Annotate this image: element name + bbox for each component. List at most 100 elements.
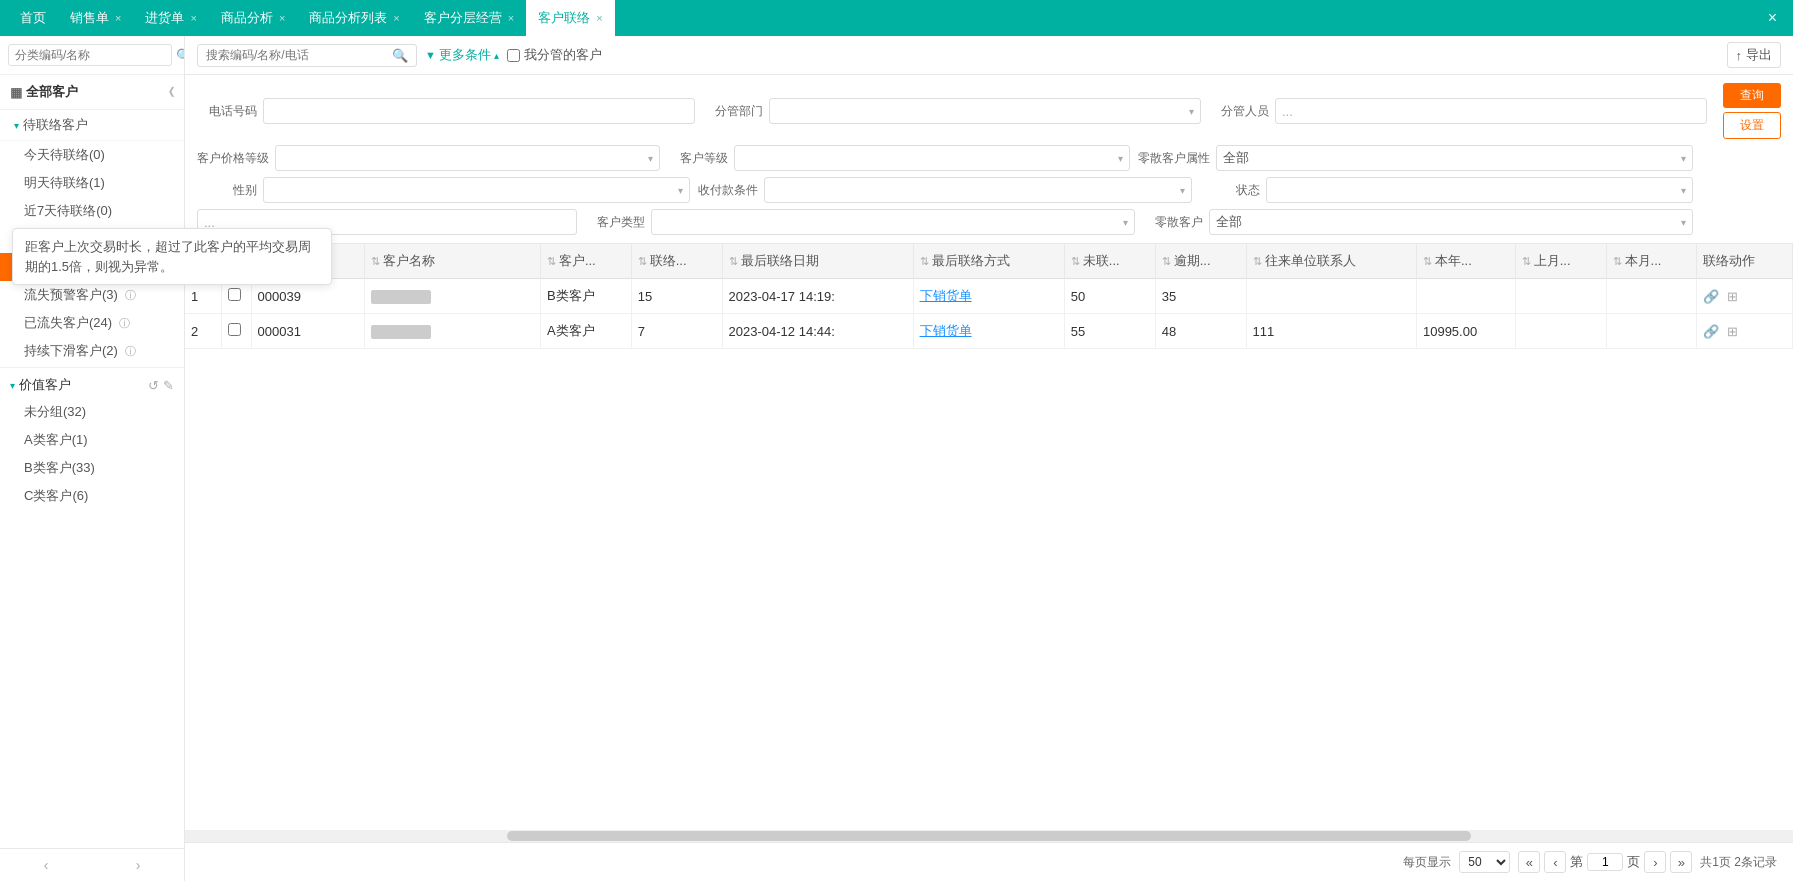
sidebar-item-ungrouped[interactable]: 未分组(32) <box>0 398 184 426</box>
page-number-input[interactable] <box>1587 853 1623 871</box>
cycle-icon[interactable]: ↺ <box>148 378 159 393</box>
td-this-month-2 <box>1606 314 1697 349</box>
nav-home[interactable]: 首页 <box>8 0 58 36</box>
th-last-contact-date[interactable]: ⇅ 最后联络日期 <box>722 244 913 279</box>
nav-customer-contact[interactable]: 客户联络 × <box>526 0 614 36</box>
customer-grade-input[interactable]: ▾ <box>734 145 1131 171</box>
nav-purchase-order[interactable]: 进货单 × <box>133 0 208 36</box>
th-overdue[interactable]: ⇅ 逾期... <box>1155 244 1246 279</box>
sidebar-item-tomorrow[interactable]: 明天待联络(1) <box>0 169 184 197</box>
arrow-down-icon: ▾ <box>14 120 19 131</box>
row2-checkbox[interactable] <box>228 323 241 336</box>
customer-type-input[interactable]: ▾ <box>651 209 1135 235</box>
my-customers-checkbox[interactable] <box>507 49 520 62</box>
filter-field-retail-attr: 零散客户属性 全部 ▾ <box>1138 145 1693 171</box>
sidebar-item-week[interactable]: 近7天待联络(0) <box>0 197 184 225</box>
th-category[interactable]: ⇅ 客户... <box>540 244 631 279</box>
th-name-sort-icon: ⇅ <box>371 255 380 268</box>
phone-input[interactable] <box>263 98 695 124</box>
query-button[interactable]: 查询 <box>1723 83 1781 108</box>
sidebar-item-decline[interactable]: 持续下滑客户(2) ⓘ <box>0 337 184 365</box>
horizontal-scrollbar[interactable] <box>185 830 1793 842</box>
action-grid-icon-1[interactable]: ⊞ <box>1727 289 1738 304</box>
sidebar-item-today[interactable]: 今天待联络(0) <box>0 141 184 169</box>
td-overdue-2: 48 <box>1155 314 1246 349</box>
filter-more-conditions[interactable]: ▼ 更多条件 ▴ <box>425 46 499 64</box>
sidebar-next-btn[interactable]: › <box>132 853 145 877</box>
value-group-arrow: ▾ <box>10 380 15 391</box>
sidebar-item-class-a[interactable]: A类客户(1) <box>0 426 184 454</box>
nav-product-analysis-close[interactable]: × <box>279 12 285 24</box>
gender-input[interactable]: ▾ <box>263 177 690 203</box>
td-no-contact-2: 55 <box>1064 314 1155 349</box>
td-name-2 <box>364 314 540 349</box>
action-icons-2: 🔗 ⊞ <box>1703 324 1786 339</box>
per-page-select[interactable]: 50 20 100 <box>1459 851 1510 873</box>
customer-table: ⚙ ⇅ 客户编码 ⇅ 客户名称 <box>185 244 1793 349</box>
nav-product-analysis[interactable]: 商品分析 × <box>209 0 297 36</box>
nav-product-analysis-list[interactable]: 商品分析列表 × <box>297 0 411 36</box>
th-last-contact-method[interactable]: ⇅ 最后联络方式 <box>913 244 1064 279</box>
main-layout: 🔍 ▦ 全部客户 《 ▾ 待联络客户 今天待联络(0) 明天待联络(1) 近7天… <box>0 36 1793 881</box>
td-last-contact-method-1[interactable]: 下销货单 <box>913 279 1064 314</box>
pagination-first[interactable]: « <box>1518 851 1540 873</box>
dept-input[interactable]: ▾ <box>769 98 1201 124</box>
retail-customer-input[interactable]: 全部 ▾ <box>1209 209 1693 235</box>
action-grid-icon-2[interactable]: ⊞ <box>1727 324 1738 339</box>
sidebar-item-lost-warning[interactable]: 流失预警客户(3) ⓘ <box>0 281 184 309</box>
pagination-next[interactable]: › <box>1644 851 1666 873</box>
sidebar-prev-btn[interactable]: ‹ <box>40 853 53 877</box>
nav-product-analysis-list-close[interactable]: × <box>393 12 399 24</box>
filter-field-retail-customer: 零散客户 全部 ▾ <box>1143 209 1693 235</box>
row1-checkbox[interactable] <box>228 288 241 301</box>
sidebar-item-class-c[interactable]: C类客户(6) <box>0 482 184 510</box>
pagination-last[interactable]: » <box>1670 851 1692 873</box>
person-input[interactable]: ... <box>1275 98 1707 124</box>
sidebar-item-lost[interactable]: 已流失客户(24) ⓘ <box>0 309 184 337</box>
nav-sales-order[interactable]: 销售单 × <box>58 0 133 36</box>
sidebar-all-customers[interactable]: ▦ 全部客户 《 <box>0 75 184 110</box>
sidebar-item-class-b[interactable]: B类客户(33) <box>0 454 184 482</box>
retail-customer-label: 零散客户 <box>1143 214 1203 231</box>
sidebar-search-icon[interactable]: 🔍 <box>176 48 185 63</box>
td-last-month-2 <box>1515 314 1606 349</box>
nav-customer-contact-close[interactable]: × <box>596 12 602 24</box>
nav-customer-stratification-close[interactable]: × <box>508 12 514 24</box>
retail-attr-input[interactable]: 全部 ▾ <box>1216 145 1693 171</box>
th-lcd-sort-icon: ⇅ <box>729 255 738 268</box>
edit-icon[interactable]: ✎ <box>163 378 174 393</box>
th-this-year[interactable]: ⇅ 本年... <box>1416 244 1515 279</box>
td-last-contact-method-2[interactable]: 下销货单 <box>913 314 1064 349</box>
nav-sales-order-close[interactable]: × <box>115 12 121 24</box>
price-grade-input[interactable]: ▾ <box>275 145 660 171</box>
pagination-prev[interactable]: ‹ <box>1544 851 1566 873</box>
window-close-button[interactable]: × <box>1760 9 1785 27</box>
nav-customer-stratification[interactable]: 客户分层经营 × <box>412 0 526 36</box>
th-ty-sort-icon: ⇅ <box>1423 255 1432 268</box>
th-last-month[interactable]: ⇅ 上月... <box>1515 244 1606 279</box>
status-input[interactable]: ▾ <box>1266 177 1693 203</box>
settings-button[interactable]: 设置 <box>1723 112 1781 139</box>
payment-input[interactable]: ▾ <box>764 177 1191 203</box>
th-cat-sort-icon: ⇅ <box>547 255 556 268</box>
table-row: 2 000031 A类客户 7 2023-04-12 14:44: 下销货单 5… <box>185 314 1793 349</box>
nav-purchase-order-close[interactable]: × <box>190 12 196 24</box>
filter-search-icon[interactable]: 🔍 <box>392 48 408 63</box>
action-link-icon-1[interactable]: 🔗 <box>1703 289 1719 304</box>
sidebar-pending-group[interactable]: ▾ 待联络客户 <box>0 110 184 141</box>
filter-field-customer-type: 客户类型 ▾ <box>585 209 1135 235</box>
export-button[interactable]: ↑ 导出 <box>1727 42 1782 68</box>
filter-search-input[interactable] <box>206 48 392 62</box>
scrollbar-thumb[interactable] <box>507 831 1472 841</box>
action-link-icon-2[interactable]: 🔗 <box>1703 324 1719 339</box>
dept-chevron: ▾ <box>1189 106 1194 117</box>
th-no-contact[interactable]: ⇅ 未联... <box>1064 244 1155 279</box>
contact-method-link-2[interactable]: 下销货单 <box>920 323 972 338</box>
th-contact-count[interactable]: ⇅ 联络... <box>631 244 722 279</box>
sidebar-search-input[interactable] <box>8 44 172 66</box>
th-contact-person[interactable]: ⇅ 往来单位联系人 <box>1246 244 1416 279</box>
td-checkbox-2[interactable] <box>221 314 251 349</box>
contact-method-link-1[interactable]: 下销货单 <box>920 288 972 303</box>
th-name[interactable]: ⇅ 客户名称 <box>364 244 540 279</box>
th-this-month[interactable]: ⇅ 本月... <box>1606 244 1697 279</box>
